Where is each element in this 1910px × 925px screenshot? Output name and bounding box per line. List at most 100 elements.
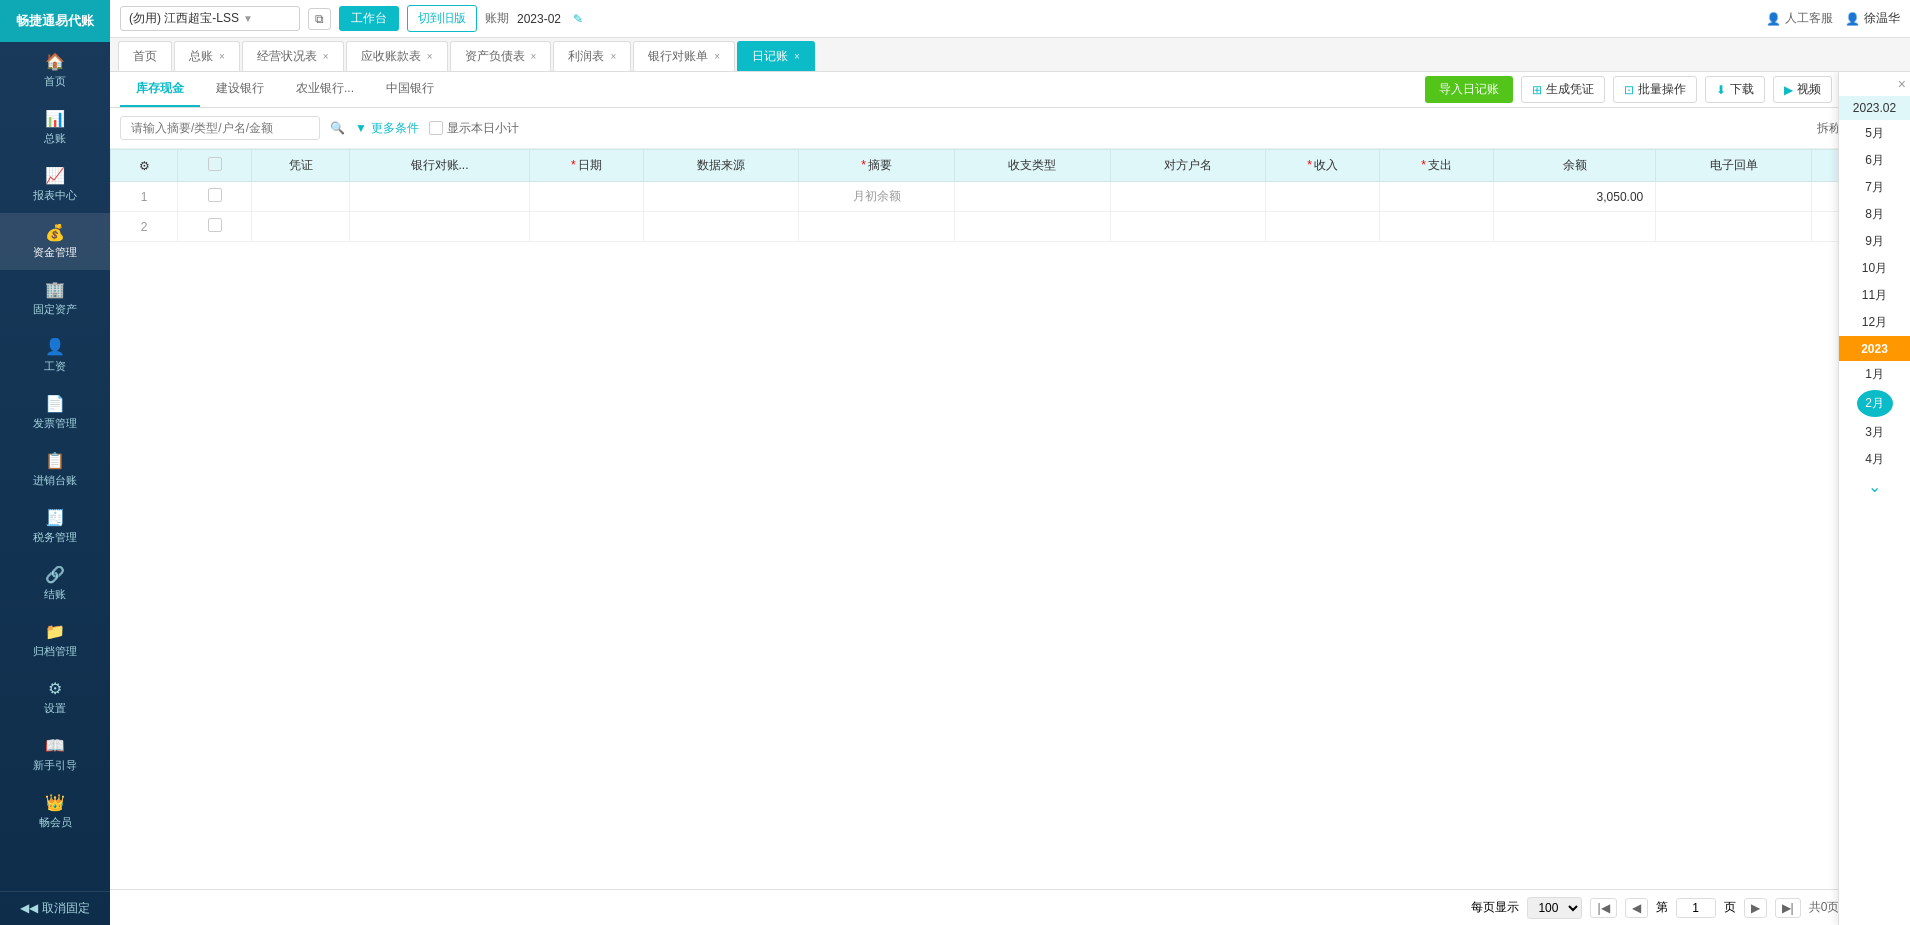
tab-business-status-close[interactable]: × <box>323 51 329 62</box>
sidebar-item-salary[interactable]: 👤 工资 <box>0 327 110 384</box>
more-conditions-button[interactable]: ▼ 更多条件 <box>355 120 419 137</box>
tab-balance-sheet-close[interactable]: × <box>531 51 537 62</box>
sidebar-item-assets[interactable]: 🏢 固定资产 <box>0 270 110 327</box>
sidebar-item-settings[interactable]: ⚙ 设置 <box>0 669 110 726</box>
calendar-month-10[interactable]: 10月 <box>1839 255 1910 282</box>
main-area: (勿用) 江西超宝-LSS ▼ ⧉ 工作台 切到旧版 账期 2023-02 ✎ … <box>110 0 1910 925</box>
tab-balance-sheet[interactable]: 资产负债表 × <box>450 41 552 71</box>
company-selector[interactable]: (勿用) 江西超宝-LSS ▼ <box>120 6 300 31</box>
page-input[interactable]: 1 <box>1676 898 1716 918</box>
calendar-month-5[interactable]: 5月 <box>1839 120 1910 147</box>
sidebar-item-purchase-sales[interactable]: 📋 进销台账 <box>0 441 110 498</box>
sidebar-item-guide[interactable]: 📖 新手引导 <box>0 726 110 783</box>
batch-ops-icon: ⊡ <box>1624 83 1634 97</box>
workbench-button[interactable]: 工作台 <box>339 6 399 31</box>
col-checkbox[interactable] <box>178 150 252 182</box>
calendar-month-8[interactable]: 8月 <box>1839 201 1910 228</box>
show-subtotal-checkbox[interactable] <box>429 121 443 135</box>
period-value: 2023-02 <box>517 12 561 26</box>
old-version-button[interactable]: 切到旧版 <box>407 5 477 32</box>
table-row: 1 月初余额 3,050.00 <box>111 182 1910 212</box>
page-size-select[interactable]: 100 50 200 <box>1527 897 1582 919</box>
tab-receivables[interactable]: 应收账款表 × <box>346 41 448 71</box>
tab-bank-statement-close[interactable]: × <box>714 51 720 62</box>
tab-business-status[interactable]: 经营状况表 × <box>242 41 344 71</box>
row1-checkbox[interactable] <box>178 182 252 212</box>
calendar-month-12[interactable]: 12月 <box>1839 309 1910 336</box>
first-page-button[interactable]: |◀ <box>1590 898 1616 918</box>
tab-bank-statement[interactable]: 银行对账单 × <box>633 41 735 71</box>
sidebar-label-archive: 归档管理 <box>33 644 77 659</box>
calendar-panel: × 2023.02 5月 6月 7月 8月 9月 10月 11月 12月 202… <box>1838 72 1910 925</box>
sub-tab-boc[interactable]: 中国银行 <box>370 72 450 107</box>
calendar-close-button[interactable]: × <box>1898 76 1906 92</box>
generate-voucher-icon: ⊞ <box>1532 83 1542 97</box>
customer-service-button[interactable]: 👤 人工客服 <box>1766 10 1833 27</box>
tab-receivables-close[interactable]: × <box>427 51 433 62</box>
video-button[interactable]: ▶ 视频 <box>1773 76 1832 103</box>
copy-button[interactable]: ⧉ <box>308 8 331 30</box>
tab-journal[interactable]: 日记账 × <box>737 41 815 71</box>
calendar-month-11[interactable]: 11月 <box>1839 282 1910 309</box>
sub-tab-ccb[interactable]: 建设银行 <box>200 72 280 107</box>
sidebar-item-closing[interactable]: 🔗 结账 <box>0 555 110 612</box>
sidebar-item-vip[interactable]: 👑 畅会员 <box>0 783 110 840</box>
user-menu[interactable]: 👤 徐温华 <box>1845 10 1900 27</box>
search-icon[interactable]: 🔍 <box>330 121 345 135</box>
row1-date <box>529 182 643 212</box>
page-unit: 页 <box>1724 899 1736 916</box>
sidebar-item-archive[interactable]: 📁 归档管理 <box>0 612 110 669</box>
tab-home[interactable]: 首页 <box>118 41 172 71</box>
unpin-button[interactable]: ◀◀ 取消固定 <box>0 891 110 925</box>
col-settings[interactable]: ⚙ <box>111 150 178 182</box>
download-button[interactable]: ⬇ 下载 <box>1705 76 1765 103</box>
tab-journal-close[interactable]: × <box>794 51 800 62</box>
sidebar-item-home[interactable]: 🏠 首页 <box>0 42 110 99</box>
calendar-month-1[interactable]: 1月 <box>1839 361 1910 388</box>
search-input[interactable] <box>120 116 320 140</box>
next-page-button[interactable]: ▶ <box>1744 898 1767 918</box>
tab-ledger-close[interactable]: × <box>219 51 225 62</box>
sub-tab-abc-label: 农业银行... <box>296 81 354 95</box>
period-edit-icon[interactable]: ✎ <box>573 12 583 26</box>
table-settings-icon[interactable]: ⚙ <box>139 159 150 173</box>
sidebar-label-tax: 税务管理 <box>33 530 77 545</box>
tab-profit-close[interactable]: × <box>610 51 616 62</box>
last-page-button[interactable]: ▶| <box>1775 898 1801 918</box>
filterbar: 🔍 ▼ 更多条件 显示本日小计 拆称: 人民币 <box>110 108 1910 149</box>
generate-voucher-button[interactable]: ⊞ 生成凭证 <box>1521 76 1605 103</box>
sidebar-item-tax[interactable]: 🧾 税务管理 <box>0 498 110 555</box>
sub-tab-cash[interactable]: 库存现金 <box>120 72 200 107</box>
tab-profit[interactable]: 利润表 × <box>553 41 631 71</box>
calendar-month-9[interactable]: 9月 <box>1839 228 1910 255</box>
calendar-month-4[interactable]: 4月 <box>1839 446 1910 473</box>
calendar-down-arrow[interactable]: ⌄ <box>1839 473 1910 500</box>
sub-tab-abc[interactable]: 农业银行... <box>280 72 370 107</box>
import-journal-button[interactable]: 导入日记账 <box>1425 76 1513 103</box>
avatar-icon: 👤 <box>1845 12 1860 26</box>
calendar-month-2-active[interactable]: 2月 <box>1857 390 1893 417</box>
col-counterpart: 对方户名 <box>1110 150 1266 182</box>
sidebar-item-reports[interactable]: 📈 报表中心 <box>0 156 110 213</box>
row2-checkbox[interactable] <box>178 212 252 242</box>
calendar-month-7[interactable]: 7月 <box>1839 174 1910 201</box>
select-all-checkbox[interactable] <box>208 157 222 171</box>
ledger-icon: 📊 <box>45 109 65 128</box>
sidebar-item-funds[interactable]: 💰 资金管理 <box>0 213 110 270</box>
calendar-month-6[interactable]: 6月 <box>1839 147 1910 174</box>
guide-icon: 📖 <box>45 736 65 755</box>
col-e-receipt: 电子回单 <box>1656 150 1812 182</box>
sidebar-label-ledger: 总账 <box>44 131 66 146</box>
show-subtotal-label[interactable]: 显示本日小计 <box>429 120 519 137</box>
calendar-month-3[interactable]: 3月 <box>1839 419 1910 446</box>
sidebar-item-ledger[interactable]: 📊 总账 <box>0 99 110 156</box>
pagination: 每页显示 100 50 200 |◀ ◀ 第 1 页 ▶ ▶| 共0页，0条记录 <box>110 889 1910 925</box>
sidebar-label-invoice: 发票管理 <box>33 416 77 431</box>
tab-ledger[interactable]: 总账 × <box>174 41 240 71</box>
reports-icon: 📈 <box>45 166 65 185</box>
sidebar-item-invoice[interactable]: 📄 发票管理 <box>0 384 110 441</box>
prev-page-button[interactable]: ◀ <box>1625 898 1648 918</box>
period-label: 账期 <box>485 10 509 27</box>
batch-ops-button[interactable]: ⊡ 批量操作 <box>1613 76 1697 103</box>
journal-table-wrap: ⚙ 凭证 银行对账... 日期 数据来源 摘要 收支类型 对方户名 收入 支出 … <box>110 149 1910 889</box>
